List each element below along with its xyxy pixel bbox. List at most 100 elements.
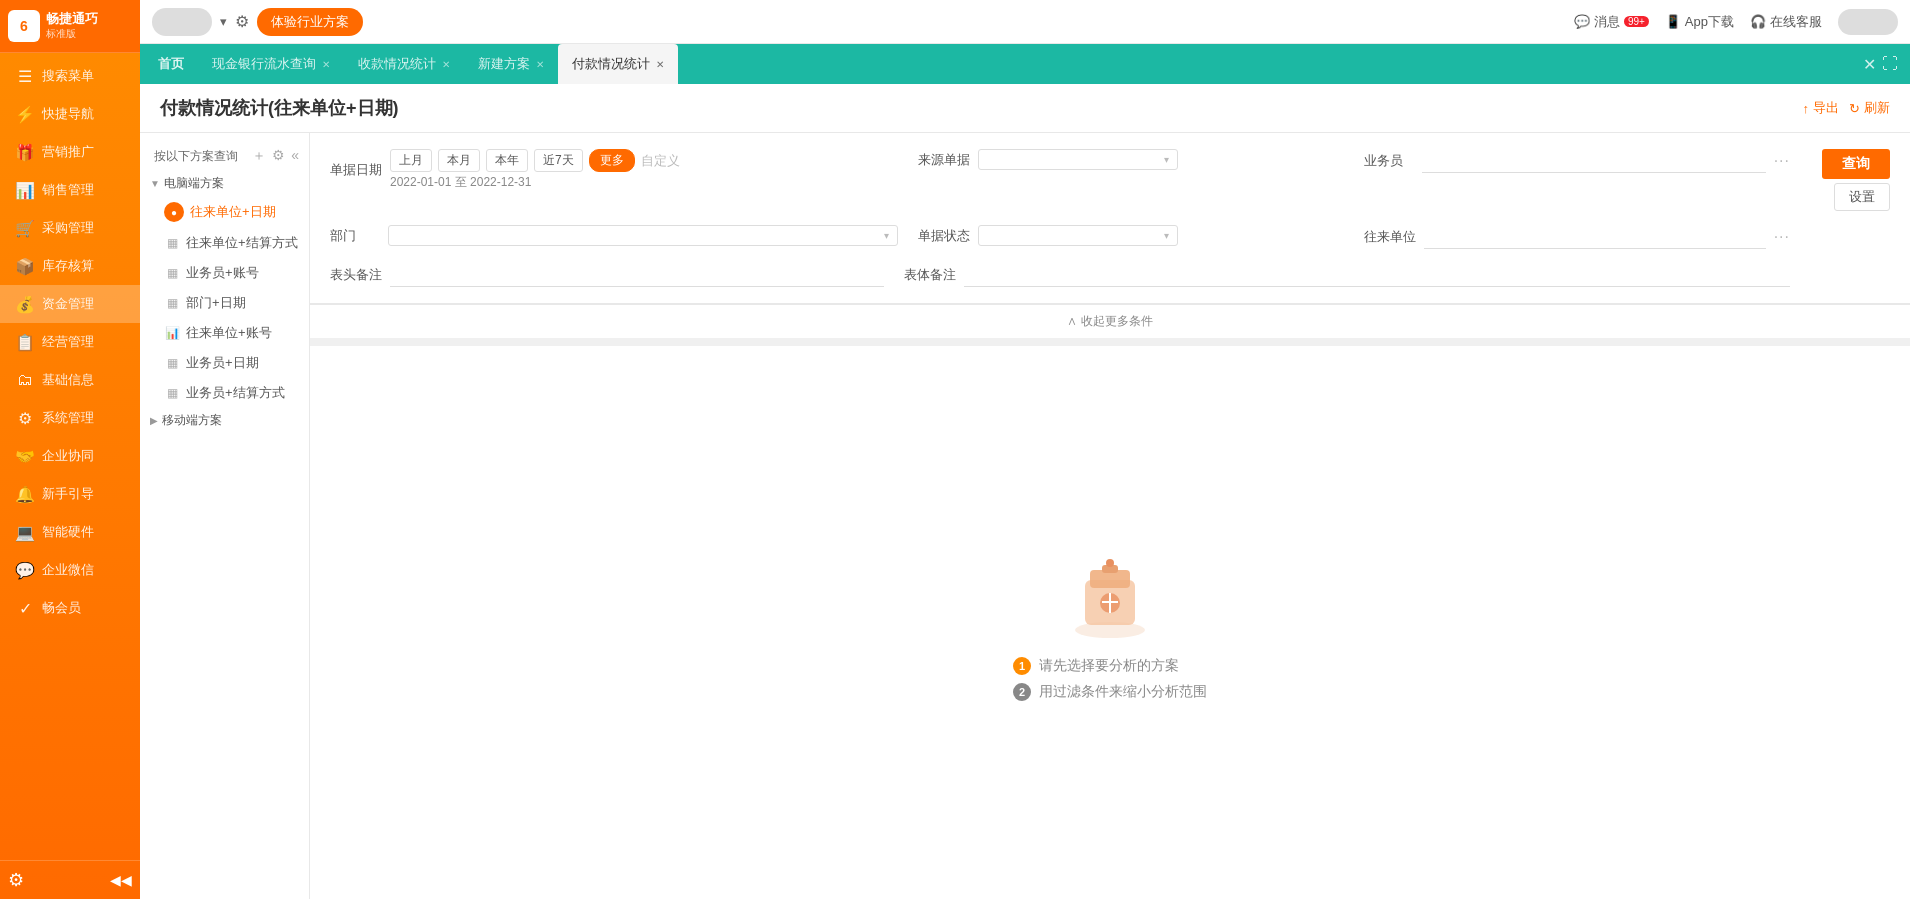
scheme-item-partner-account[interactable]: 📊 往来单位+账号 [140, 318, 309, 348]
scheme-mobile-section[interactable]: ▶ 移动端方案 [140, 408, 309, 433]
tab-home[interactable]: 首页 [144, 44, 198, 84]
scheme-add-button[interactable]: ＋ [252, 147, 266, 165]
date-btn-last-7days[interactable]: 近7天 [534, 149, 583, 172]
refresh-button[interactable]: ↻ 刷新 [1849, 99, 1890, 117]
sidebar-item-member[interactable]: ✓ 畅会员 [0, 589, 140, 627]
date-btn-more[interactable]: 更多 [589, 149, 635, 172]
sidebar-item-hardware[interactable]: 💻 智能硬件 [0, 513, 140, 551]
tab-payment-stats[interactable]: 付款情况统计 ✕ [558, 44, 678, 84]
tab-bank-flow[interactable]: 现金银行流水查询 ✕ [198, 44, 344, 84]
sidebar-item-system[interactable]: ⚙ 系统管理 [0, 399, 140, 437]
empty-tips: 1 请先选择要分析的方案 2 用过滤条件来缩小分析范围 [1013, 657, 1207, 701]
partner-dots-button[interactable]: ··· [1774, 228, 1790, 246]
sidebar-item-operation[interactable]: 📋 经营管理 [0, 323, 140, 361]
dept-select[interactable]: ▾ [388, 225, 898, 246]
body-note-input[interactable] [964, 263, 1790, 287]
scheme-item-partner-date[interactable]: ● 往来单位+日期 [140, 196, 309, 228]
tab-new-scheme[interactable]: 新建方案 ✕ [464, 44, 558, 84]
date-btn-this-year[interactable]: 本年 [486, 149, 528, 172]
filter-action-buttons: 查询 设置 [1810, 149, 1890, 211]
doc-status-dropdown-icon: ▾ [1164, 230, 1169, 241]
sidebar-item-label: 基础信息 [42, 371, 94, 389]
collapse-bar[interactable]: ∧ 收起更多条件 [310, 304, 1910, 338]
collapse-label: 收起更多条件 [1081, 314, 1153, 328]
scheme-collapse-button[interactable]: « [291, 147, 299, 165]
tabbar-actions: ✕ ⛶ [1863, 55, 1906, 74]
sidebar-collapse-icon[interactable]: ◀◀ [110, 872, 132, 888]
online-service-button[interactable]: 🎧 在线客服 [1750, 13, 1822, 31]
sidebar-item-enterprise[interactable]: 🤝 企业协同 [0, 437, 140, 475]
page-header: 付款情况统计(往来单位+日期) ↑ 导出 ↻ 刷新 [140, 84, 1910, 133]
sidebar-item-sales[interactable]: 📊 销售管理 [0, 171, 140, 209]
topbar-dropdown-icon[interactable]: ▾ [220, 14, 227, 29]
user-avatar[interactable] [1838, 9, 1898, 35]
header-note-label: 表头备注 [330, 266, 382, 284]
scheme-item-salesperson-settle[interactable]: ▦ 业务员+结算方式 [140, 378, 309, 408]
scheme-item-partner-settle[interactable]: ▦ 往来单位+结算方式 [140, 228, 309, 258]
message-label: 消息 [1594, 13, 1620, 31]
filter-row-1: 单据日期 上月 本月 本年 近7天 更多 自定义 20 [330, 149, 1890, 211]
tab-home-label: 首页 [158, 55, 184, 73]
sidebar-item-label: 库存核算 [42, 257, 94, 275]
scheme-settings-button[interactable]: ⚙ [272, 147, 285, 165]
sidebar-item-marketing[interactable]: 🎁 营销推广 [0, 133, 140, 171]
sidebar-item-inventory[interactable]: 📦 库存核算 [0, 247, 140, 285]
partner-label: 往来单位 [1364, 228, 1416, 246]
purchase-icon: 🛒 [16, 219, 34, 237]
sidebar-item-label: 智能硬件 [42, 523, 94, 541]
salesperson-input[interactable] [1422, 149, 1766, 173]
date-btn-this-month[interactable]: 本月 [438, 149, 480, 172]
export-button[interactable]: ↑ 导出 [1803, 99, 1840, 117]
scheme-item-salesperson-date[interactable]: ▦ 业务员+日期 [140, 348, 309, 378]
sidebar-item-quick-nav[interactable]: ⚡ 快捷导航 [0, 95, 140, 133]
doc-status-label: 单据状态 [918, 227, 970, 245]
trial-button[interactable]: 体验行业方案 [257, 8, 363, 36]
tab-new-scheme-close[interactable]: ✕ [536, 59, 544, 70]
salesperson-dots-button[interactable]: ··· [1774, 152, 1790, 170]
scheme-item-label: 业务员+账号 [186, 264, 259, 282]
topbar-gear-icon[interactable]: ⚙ [235, 12, 249, 31]
scheme-item-label: 业务员+结算方式 [186, 384, 285, 402]
sidebar-item-capital[interactable]: 💰 资金管理 [0, 285, 140, 323]
sidebar-item-purchase[interactable]: 🛒 采购管理 [0, 209, 140, 247]
query-button[interactable]: 查询 [1822, 149, 1890, 179]
scheme-panel-actions: ＋ ⚙ « [252, 147, 299, 165]
operation-icon: 📋 [16, 333, 34, 351]
sidebar-item-wechat[interactable]: 💬 企业微信 [0, 551, 140, 589]
header-note-input[interactable] [390, 263, 884, 287]
doc-status-select[interactable]: ▾ [978, 225, 1178, 246]
tab-payment-stats-label: 付款情况统计 [572, 55, 650, 73]
tab-receipt-stats[interactable]: 收款情况统计 ✕ [344, 44, 464, 84]
tab-bank-flow-label: 现金银行流水查询 [212, 55, 316, 73]
page-actions: ↑ 导出 ↻ 刷新 [1803, 99, 1891, 117]
tab-close-all-icon[interactable]: ✕ [1863, 55, 1876, 74]
tabbar: 首页 现金银行流水查询 ✕ 收款情况统计 ✕ 新建方案 ✕ 付款情况统计 ✕ ✕… [140, 44, 1910, 84]
scheme-item-dept-date[interactable]: ▦ 部门+日期 [140, 288, 309, 318]
tab-expand-icon[interactable]: ⛶ [1882, 55, 1898, 73]
filter-row-3: 表头备注 表体备注 [330, 263, 1890, 287]
scheme-item-salesperson-account[interactable]: ▦ 业务员+账号 [140, 258, 309, 288]
source-select[interactable]: ▾ [978, 149, 1178, 170]
tab-bank-flow-close[interactable]: ✕ [322, 59, 330, 70]
tab-receipt-stats-close[interactable]: ✕ [442, 59, 450, 70]
partner-input[interactable] [1424, 225, 1766, 249]
settings-button[interactable]: 设置 [1834, 183, 1890, 211]
scheme-desktop-section[interactable]: ▼ 电脑端方案 [140, 171, 309, 196]
sidebar-item-search-menu[interactable]: ☰ 搜索菜单 [0, 57, 140, 95]
desktop-arrow-icon: ▼ [150, 178, 160, 189]
hardware-icon: 💻 [16, 523, 34, 541]
sidebar-settings-icon[interactable]: ⚙ [8, 869, 24, 891]
tab-payment-stats-close[interactable]: ✕ [656, 59, 664, 70]
message-button[interactable]: 💬 消息 99+ [1574, 13, 1649, 31]
sidebar-item-guide[interactable]: 🔔 新手引导 [0, 475, 140, 513]
scheme-panel: 按以下方案查询 ＋ ⚙ « ▼ 电脑端方案 ● 往来单位+日期 ▦ [140, 133, 310, 899]
quick-nav-icon: ⚡ [16, 105, 34, 123]
date-btn-last-month[interactable]: 上月 [390, 149, 432, 172]
sidebar-item-basic[interactable]: 🗂 基础信息 [0, 361, 140, 399]
enterprise-icon: 🤝 [16, 447, 34, 465]
topbar-avatar [152, 8, 212, 36]
sidebar: 6 畅捷通巧 标准版 ☰ 搜索菜单 ⚡ 快捷导航 🎁 营销推广 📊 销售管理 🛒… [0, 0, 140, 899]
app-download-button[interactable]: 📱 App下载 [1665, 13, 1734, 31]
tip-text-1: 请先选择要分析的方案 [1039, 657, 1179, 675]
source-label: 来源单据 [918, 151, 970, 169]
